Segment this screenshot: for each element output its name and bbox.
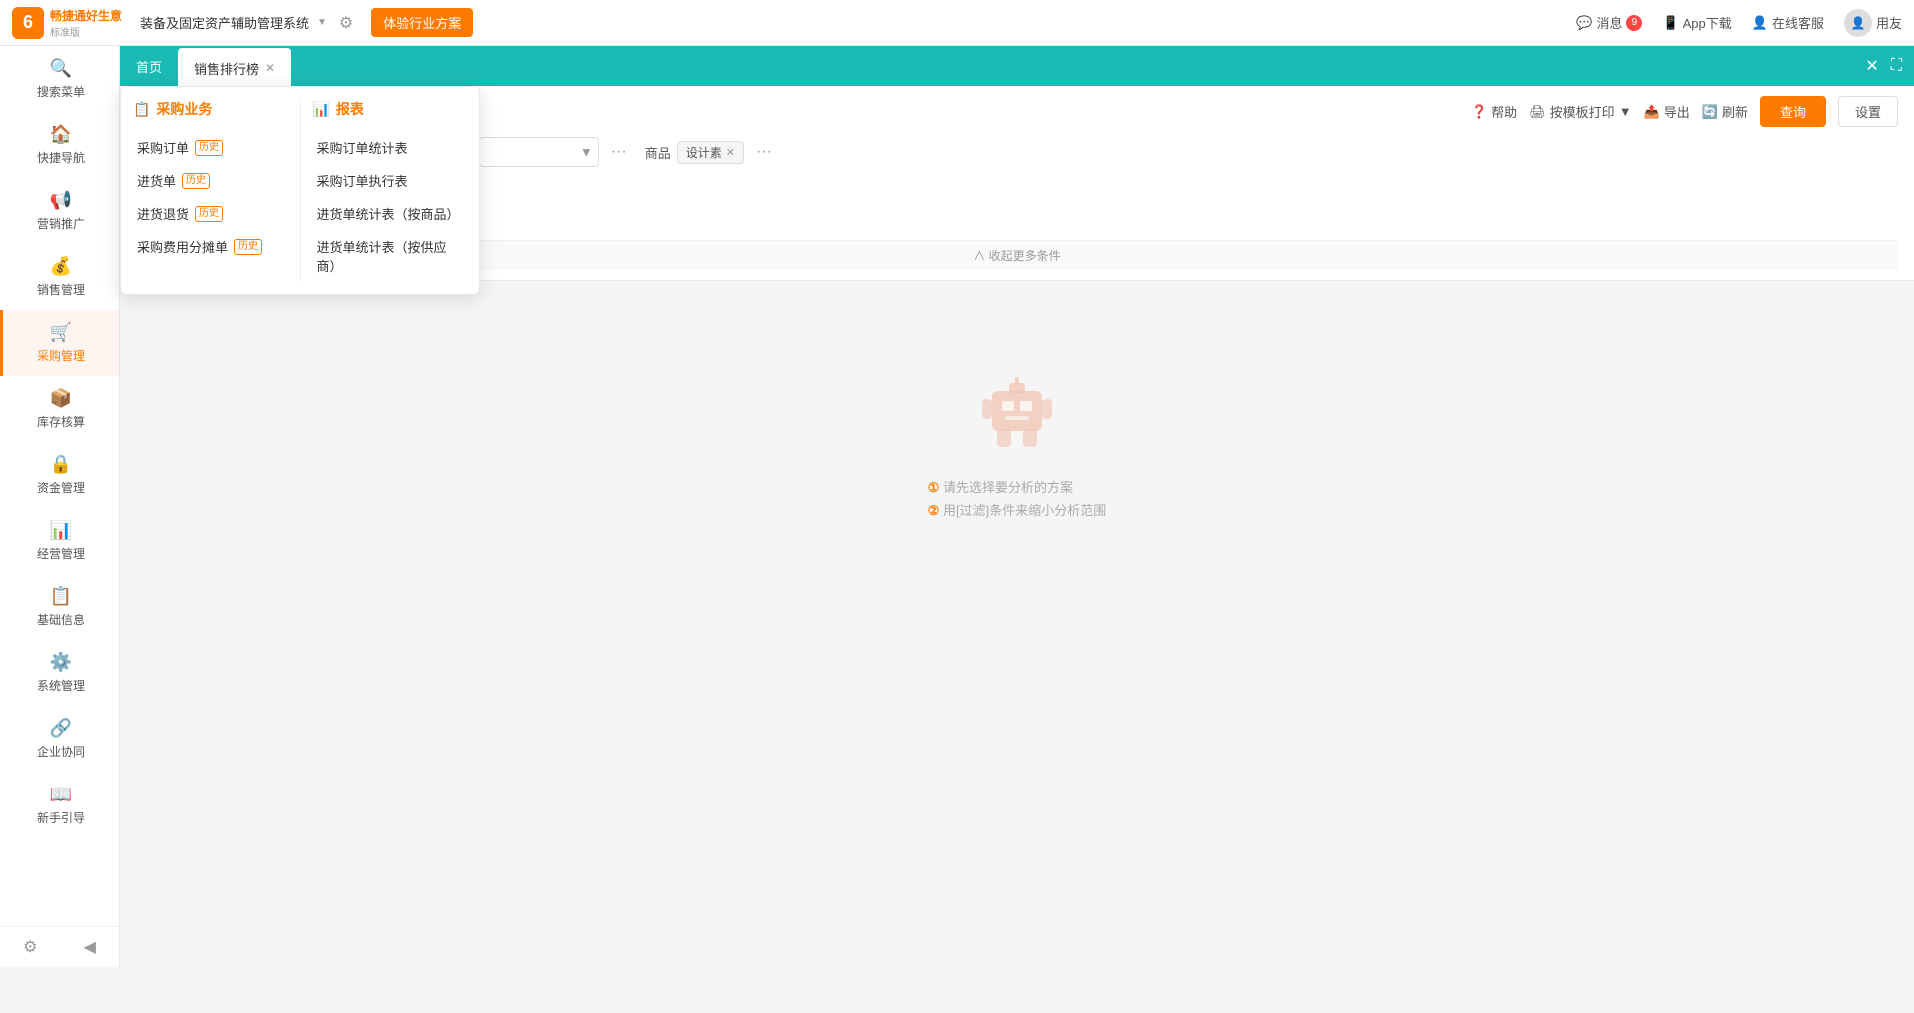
sidebar: 🔍 搜索菜单 🏠 快捷导航 📢 营销推广 💰 销售管理 🛒 采购管理 📦 库存核… <box>0 46 120 967</box>
product-tag: 设计素 ✕ <box>677 141 744 164</box>
purchase-section-header: 📋 采购业务 <box>133 99 288 123</box>
empty-state: ① 请先选择要分析的方案 ② 用[过滤]条件来缩小分析范围 <box>120 281 1914 523</box>
message-icon: 💬 <box>1576 15 1592 31</box>
empty-hint-1: ① 请先选择要分析的方案 <box>928 477 1107 496</box>
purchase-section-icon: 📋 <box>133 101 150 118</box>
service-icon: 👤 <box>1752 15 1768 31</box>
sidebar-item-system[interactable]: ⚙️ 系统管理 <box>0 640 119 706</box>
guide-icon: 📖 <box>50 784 72 805</box>
menu-item-incoming-stat-supplier[interactable]: 进货单统计表（按供应商） <box>313 230 468 282</box>
product-label: 商品 <box>645 143 671 162</box>
tab-bar-actions: ✕ ⛶ <box>1861 52 1914 80</box>
sidebar-item-marketing[interactable]: 📢 营销推广 <box>0 178 119 244</box>
top-nav-right: 💬 消息 9 📱 App下载 👤 在线客服 👤 用友 <box>1576 9 1902 37</box>
purchase-dropdown-menu: 📋 采购业务 采购订单 历史 进货单 历史 进货退货 历史 采购费用分摊单 历史 <box>120 86 480 295</box>
tab-fullscreen-icon[interactable]: ⛶ <box>1887 53 1906 79</box>
system-icon: ⚙️ <box>50 652 72 673</box>
user-avatar: 👤 <box>1844 9 1872 37</box>
empty-hint-2: ② 用[过滤]条件来缩小分析范围 <box>928 500 1107 519</box>
sales-icon: 💰 <box>50 256 72 277</box>
empty-state-icon <box>967 361 1067 461</box>
empty-text: ① 请先选择要分析的方案 ② 用[过滤]条件来缩小分析范围 <box>928 473 1107 523</box>
menu-item-purchase-order-exec[interactable]: 采购订单执行表 <box>313 164 468 197</box>
sidebar-item-finance[interactable]: 🔒 资金管理 <box>0 442 119 508</box>
incoming-badge: 历史 <box>182 173 210 189</box>
tab-close-icon[interactable]: ✕ <box>265 61 275 75</box>
purchase-section: 📋 采购业务 采购订单 历史 进货单 历史 进货退货 历史 采购费用分摊单 历史 <box>121 99 300 282</box>
sidebar-item-inventory[interactable]: 📦 库存核算 <box>0 376 119 442</box>
menu-item-purchase-order[interactable]: 采购订单 历史 <box>133 131 288 164</box>
refresh-button[interactable]: 🔄 刷新 <box>1702 102 1748 121</box>
system-title-arrow-icon[interactable]: ▼ <box>317 17 327 28</box>
menu-item-incoming-stat-product[interactable]: 进货单统计表（按商品） <box>313 197 468 230</box>
menu-item-incoming-return[interactable]: 进货退货 历史 <box>133 197 288 230</box>
menu-item-purchase-order-stat[interactable]: 采购订单统计表 <box>313 131 468 164</box>
sidebar-collapse-button[interactable]: ◀ <box>84 937 96 957</box>
inventory-icon: 📦 <box>50 388 72 409</box>
content-area: ① 请先选择要分析的方案 ② 用[过滤]条件来缩小分析范围 <box>120 281 1914 967</box>
settings-button[interactable]: 设置 <box>1838 96 1898 127</box>
purchase-fee-badge: 历史 <box>234 239 262 255</box>
sidebar-item-basic[interactable]: 📋 基础信息 <box>0 574 119 640</box>
sidebar-item-operations[interactable]: 📊 经营管理 <box>0 508 119 574</box>
settings-gear-icon[interactable]: ⚙ <box>339 13 353 33</box>
purchase-order-badge: 历史 <box>195 140 223 156</box>
sidebar-item-quick[interactable]: 🏠 快捷导航 <box>0 112 119 178</box>
operations-icon: 📊 <box>50 520 72 541</box>
report-section-header: 📊 报表 <box>313 99 468 123</box>
app-download-button[interactable]: 📱 App下载 <box>1662 13 1731 32</box>
sidebar-item-enterprise[interactable]: 🔗 企业协同 <box>0 706 119 772</box>
online-service-button[interactable]: 👤 在线客服 <box>1752 13 1824 32</box>
finance-icon: 🔒 <box>50 454 72 475</box>
print-icon: 🖨 <box>1529 104 1546 120</box>
marketing-icon: 📢 <box>50 190 72 211</box>
basic-icon: 📋 <box>50 586 72 607</box>
sidebar-settings-button[interactable]: ⚙ <box>23 937 37 957</box>
export-icon: 📤 <box>1644 104 1660 120</box>
menu-item-purchase-fee[interactable]: 采购费用分摊单 历史 <box>133 230 288 263</box>
report-section: 📊 报表 采购订单统计表 采购订单执行表 进货单统计表（按商品） 进货单统计表（… <box>300 99 480 282</box>
help-button[interactable]: ❓ 帮助 <box>1471 102 1517 121</box>
query-button[interactable]: 查询 <box>1760 96 1826 127</box>
enterprise-icon: 🔗 <box>50 718 72 739</box>
tab-close-all-icon[interactable]: ✕ <box>1861 52 1882 80</box>
user-menu-button[interactable]: 👤 用友 <box>1844 9 1902 37</box>
tab-home[interactable]: 首页 <box>120 46 178 86</box>
system-title-area: 装备及固定资产辅助管理系统 ▼ ⚙ 体验行业方案 <box>140 8 473 37</box>
help-icon: ❓ <box>1471 104 1487 120</box>
purchase-icon: 🛒 <box>50 322 72 343</box>
product-tag-close-icon[interactable]: ✕ <box>726 146 735 159</box>
voucher-status-more-button[interactable]: ··· <box>605 143 633 161</box>
incoming-return-badge: 历史 <box>195 206 223 222</box>
logo-area: 6 畅捷通好生意 标准版 <box>12 7 132 39</box>
tab-bar: 首页 销售排行榜 ✕ ✕ ⛶ <box>120 46 1914 86</box>
collapse-icon: ∧ <box>973 249 985 263</box>
sidebar-item-guide[interactable]: 📖 新手引导 <box>0 772 119 838</box>
home-icon: 🏠 <box>50 124 72 145</box>
logo-text: 畅捷通好生意 标准版 <box>50 7 122 39</box>
sidebar-item-sales[interactable]: 💰 销售管理 <box>0 244 119 310</box>
system-title: 装备及固定资产辅助管理系统 <box>140 13 309 32</box>
product-more-button[interactable]: ··· <box>750 143 778 161</box>
sidebar-item-search[interactable]: 🔍 搜索菜单 <box>0 46 119 112</box>
logo-icon: 6 <box>12 7 44 39</box>
messages-button[interactable]: 💬 消息 9 <box>1576 13 1642 32</box>
export-button[interactable]: 📤 导出 <box>1644 102 1690 121</box>
top-navigation: 6 畅捷通好生意 标准版 装备及固定资产辅助管理系统 ▼ ⚙ 体验行业方案 💬 … <box>0 0 1914 46</box>
report-section-icon: 📊 <box>313 101 330 118</box>
menu-item-incoming[interactable]: 进货单 历史 <box>133 164 288 197</box>
product-filter-group: 商品 设计素 ✕ ··· <box>645 141 778 164</box>
tab-sales-rank[interactable]: 销售排行榜 ✕ <box>178 48 291 88</box>
phone-icon: 📱 <box>1662 15 1678 31</box>
message-badge: 9 <box>1626 15 1642 31</box>
sidebar-item-purchase[interactable]: 🛒 采购管理 <box>0 310 119 376</box>
voucher-status-select[interactable] <box>479 137 599 167</box>
sidebar-bottom: ⚙ ◀ <box>0 926 119 967</box>
dropdown-sections: 📋 采购业务 采购订单 历史 进货单 历史 进货退货 历史 采购费用分摊单 历史 <box>121 99 479 282</box>
print-button[interactable]: 🖨 按模板打印 ▼ <box>1529 102 1631 121</box>
industry-solution-button[interactable]: 体验行业方案 <box>371 8 473 37</box>
refresh-icon: 🔄 <box>1702 104 1718 120</box>
search-icon: 🔍 <box>50 58 72 79</box>
print-dropdown-icon[interactable]: ▼ <box>1619 104 1632 119</box>
